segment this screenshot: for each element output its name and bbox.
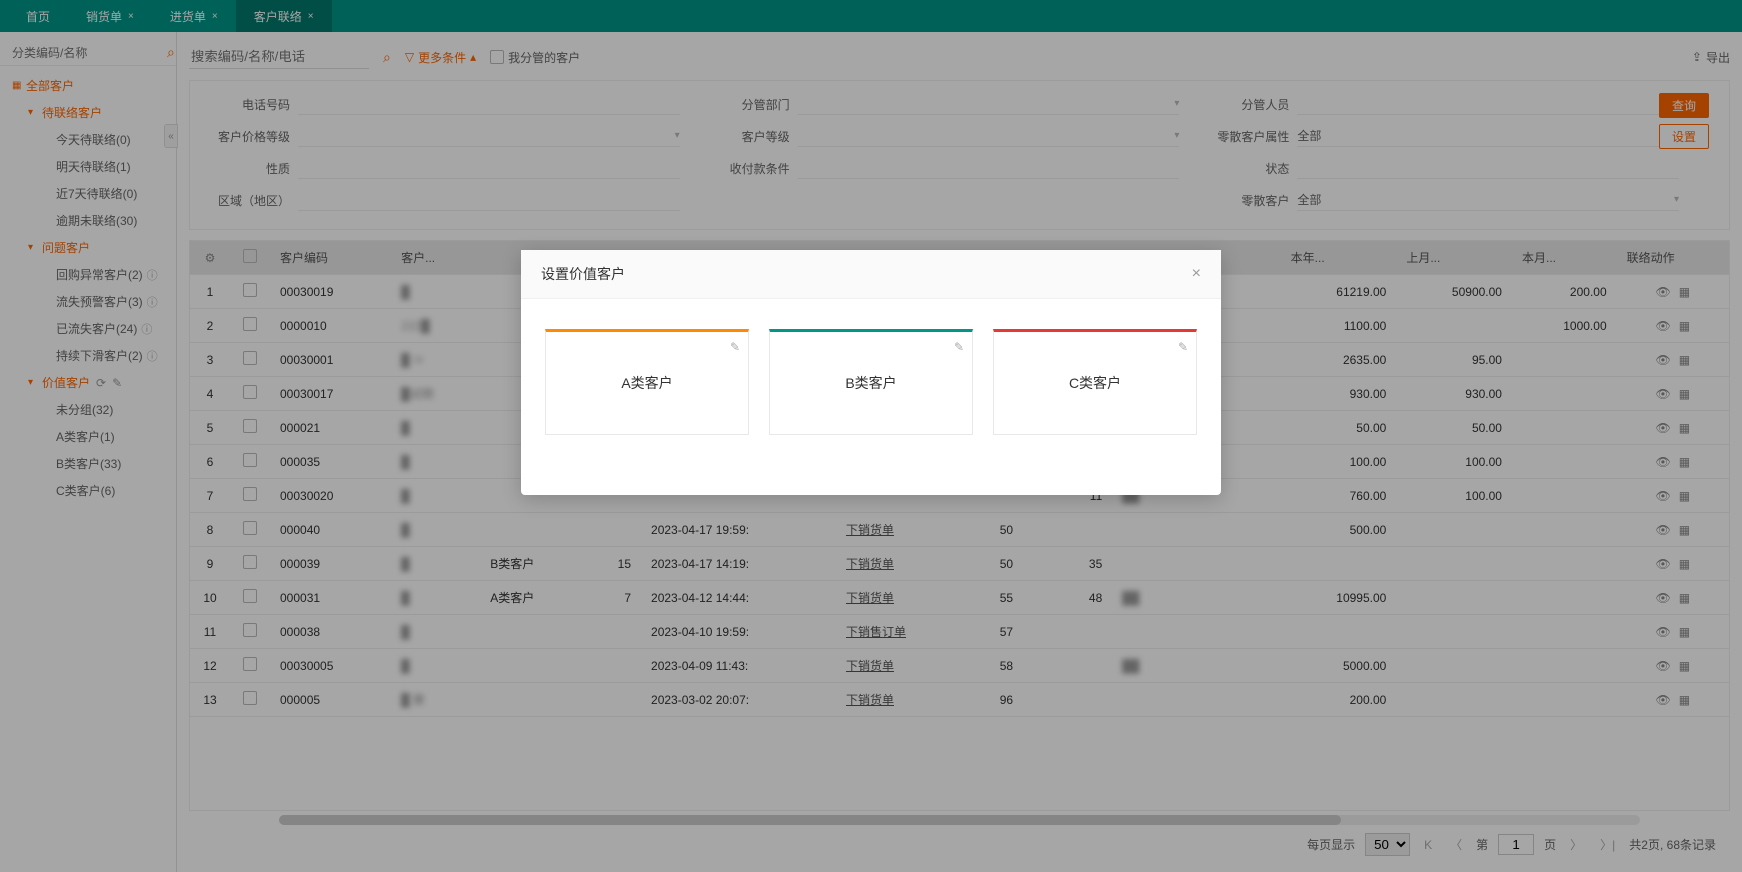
modal-title: 设置价值客户	[541, 264, 625, 284]
modal-overlay[interactable]: 设置价值客户 × ✎A类客户 ✎B类客户 ✎C类客户	[0, 0, 1742, 872]
edit-icon[interactable]: ✎	[1178, 340, 1188, 354]
card-c[interactable]: ✎C类客户	[993, 329, 1197, 435]
close-icon[interactable]: ×	[1192, 265, 1201, 283]
value-customer-modal: 设置价值客户 × ✎A类客户 ✎B类客户 ✎C类客户	[521, 250, 1221, 495]
edit-icon[interactable]: ✎	[730, 340, 740, 354]
card-a[interactable]: ✎A类客户	[545, 329, 749, 435]
edit-icon[interactable]: ✎	[954, 340, 964, 354]
card-b[interactable]: ✎B类客户	[769, 329, 973, 435]
